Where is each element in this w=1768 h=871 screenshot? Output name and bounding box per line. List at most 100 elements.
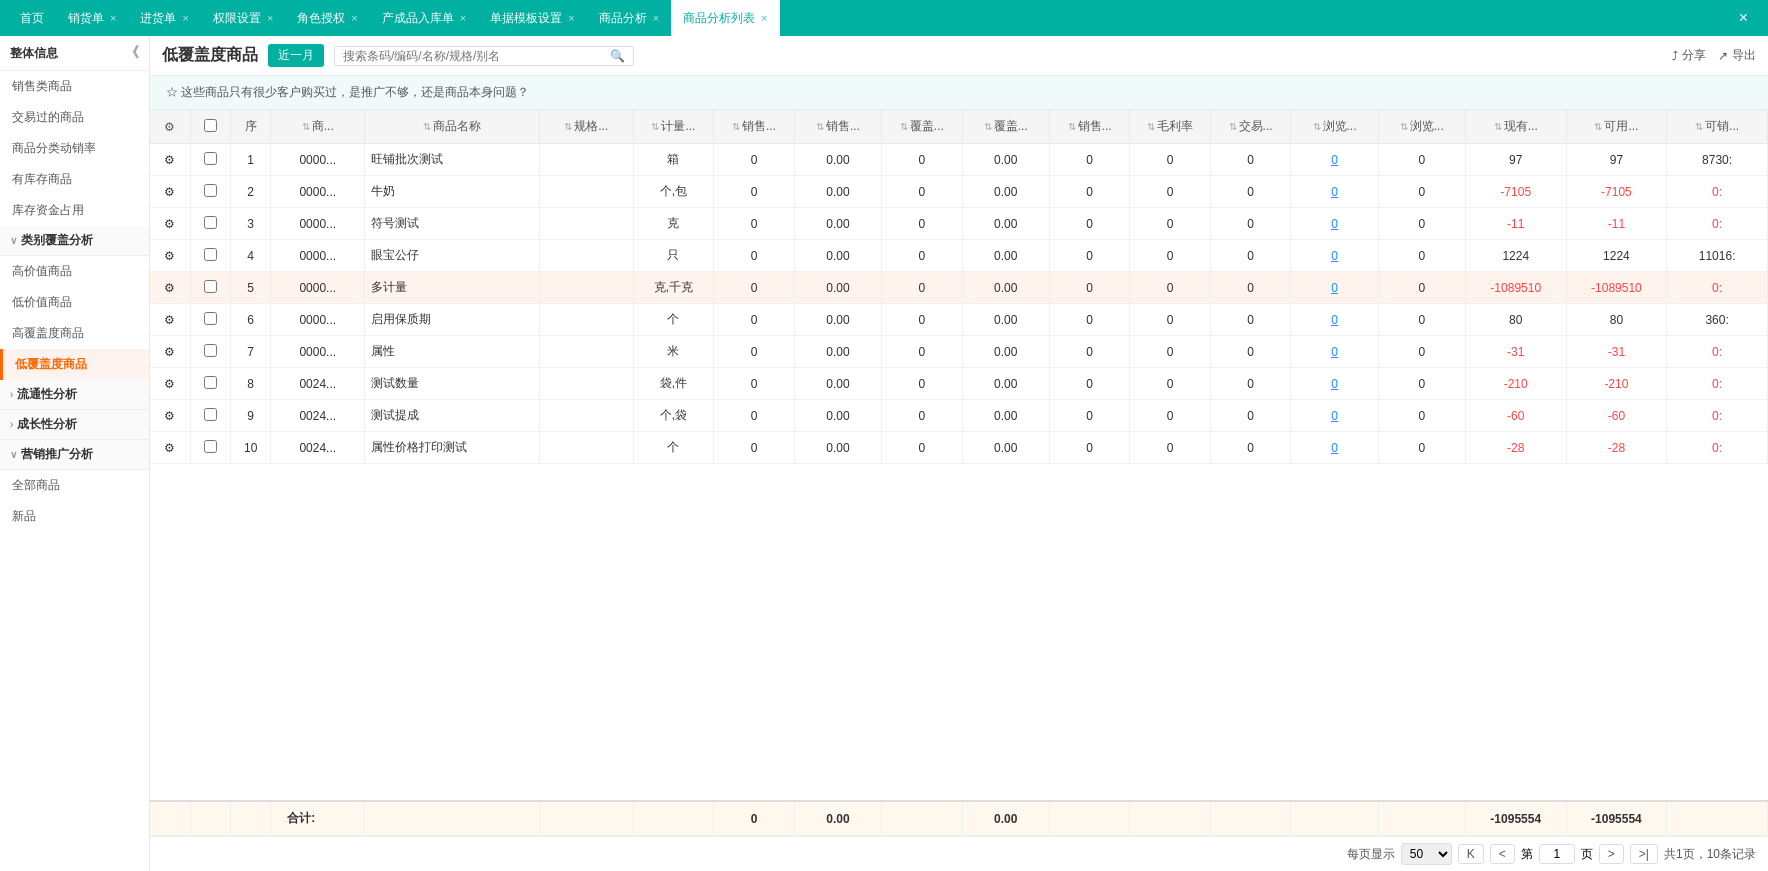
sales2-col-header[interactable]: ⇅销售... xyxy=(794,110,881,144)
sidebar-group-liquidity[interactable]: › 流通性分析 xyxy=(0,380,149,410)
sidebar-group-growth[interactable]: › 成长性分析 xyxy=(0,410,149,440)
sidebar-group-marketing[interactable]: ∨ 营销推广分析 xyxy=(0,440,149,470)
row-checkbox-9[interactable] xyxy=(204,440,217,453)
checkbox-cell[interactable] xyxy=(190,144,230,176)
checkbox-cell[interactable] xyxy=(190,208,230,240)
nav-template-settings[interactable]: 单据模板设置 × xyxy=(478,0,586,36)
browse1-cell[interactable]: 0 xyxy=(1291,336,1378,368)
checkbox-cell[interactable] xyxy=(190,336,230,368)
coverage2-col-header[interactable]: ⇅覆盖... xyxy=(962,110,1049,144)
close-sales-order-icon[interactable]: × xyxy=(110,12,116,24)
checkbox-cell[interactable] xyxy=(190,176,230,208)
search-input[interactable] xyxy=(343,49,610,63)
coverage1-col-header[interactable]: ⇅覆盖... xyxy=(882,110,963,144)
browse2-col-header[interactable]: ⇅浏览... xyxy=(1378,110,1465,144)
window-close-button[interactable]: × xyxy=(1727,9,1760,27)
sidebar-item-inventory-goods[interactable]: 有库存商品 xyxy=(0,164,149,195)
close-permission-settings-icon[interactable]: × xyxy=(267,12,273,24)
checkbox-cell[interactable] xyxy=(190,400,230,432)
nav-goods-analysis-list[interactable]: 商品分析列表 × xyxy=(671,0,779,36)
saleable-col-header[interactable]: ⇅可销... xyxy=(1667,110,1768,144)
row-checkbox-4[interactable] xyxy=(204,280,217,293)
settings-cell[interactable]: ⚙ xyxy=(150,240,190,272)
row-checkbox-5[interactable] xyxy=(204,312,217,325)
export-button[interactable]: ↗ 导出 xyxy=(1718,47,1756,64)
unit-col-header[interactable]: ⇅计量... xyxy=(633,110,714,144)
sidebar-item-low-coverage[interactable]: 低覆盖度商品 xyxy=(0,349,149,380)
settings-cell[interactable]: ⚙ xyxy=(150,144,190,176)
row-checkbox-3[interactable] xyxy=(204,248,217,261)
checkbox-cell[interactable] xyxy=(190,368,230,400)
sidebar-item-inventory-capital[interactable]: 库存资金占用 xyxy=(0,195,149,226)
browse1-cell[interactable]: 0 xyxy=(1291,432,1378,464)
gross-rate-col-header[interactable]: ⇅毛利率 xyxy=(1130,110,1211,144)
prev-page-button[interactable]: < xyxy=(1490,844,1515,864)
nav-goods-analysis[interactable]: 商品分析 × xyxy=(587,0,671,36)
select-all-checkbox[interactable] xyxy=(204,119,217,132)
settings-cell[interactable]: ⚙ xyxy=(150,368,190,400)
settings-cell[interactable]: ⚙ xyxy=(150,272,190,304)
sidebar-item-traded-goods[interactable]: 交易过的商品 xyxy=(0,102,149,133)
sidebar-item-sales-category[interactable]: 销售类商品 xyxy=(0,71,149,102)
browse1-cell[interactable]: 0 xyxy=(1291,368,1378,400)
browse1-cell[interactable]: 0 xyxy=(1291,176,1378,208)
browse1-cell[interactable]: 0 xyxy=(1291,304,1378,336)
checkbox-cell[interactable] xyxy=(190,240,230,272)
settings-cell[interactable]: ⚙ xyxy=(150,336,190,368)
filter-recent-month-button[interactable]: 近一月 xyxy=(268,44,324,67)
settings-cell[interactable]: ⚙ xyxy=(150,432,190,464)
close-role-auth-icon[interactable]: × xyxy=(351,12,357,24)
nav-permission-settings[interactable]: 权限设置 × xyxy=(201,0,285,36)
browse1-cell[interactable]: 0 xyxy=(1291,272,1378,304)
sidebar-item-low-value[interactable]: 低价值商品 xyxy=(0,287,149,318)
row-checkbox-0[interactable] xyxy=(204,152,217,165)
name-col-header[interactable]: ⇅商品名称 xyxy=(365,110,540,144)
available-col-header[interactable]: ⇅可用... xyxy=(1566,110,1667,144)
browse1-cell[interactable]: 0 xyxy=(1291,240,1378,272)
checkbox-col-header[interactable] xyxy=(190,110,230,144)
settings-cell[interactable]: ⚙ xyxy=(150,400,190,432)
browse1-cell[interactable]: 0 xyxy=(1291,400,1378,432)
checkbox-cell[interactable] xyxy=(190,432,230,464)
sidebar-item-high-coverage[interactable]: 高覆盖度商品 xyxy=(0,318,149,349)
settings-cell[interactable]: ⚙ xyxy=(150,304,190,336)
page-size-select[interactable]: 50 20 100 200 xyxy=(1401,843,1452,865)
last-page-button[interactable]: >| xyxy=(1630,844,1658,864)
row-checkbox-2[interactable] xyxy=(204,216,217,229)
sidebar-item-high-value[interactable]: 高价值商品 xyxy=(0,256,149,287)
current-col-header[interactable]: ⇅现有... xyxy=(1465,110,1566,144)
sidebar-group-coverage-analysis[interactable]: ∨ 类别覆盖分析 xyxy=(0,226,149,256)
nav-product-inbound[interactable]: 产成品入库单 × xyxy=(370,0,478,36)
close-template-settings-icon[interactable]: × xyxy=(568,12,574,24)
first-page-button[interactable]: K xyxy=(1458,844,1484,864)
sidebar-item-all-goods[interactable]: 全部商品 xyxy=(0,470,149,501)
next-page-button[interactable]: > xyxy=(1599,844,1624,864)
close-purchase-order-icon[interactable]: × xyxy=(182,12,188,24)
checkbox-cell[interactable] xyxy=(190,272,230,304)
close-goods-analysis-icon[interactable]: × xyxy=(653,12,659,24)
sidebar-collapse-button[interactable]: 《 xyxy=(125,44,139,62)
settings-cell[interactable]: ⚙ xyxy=(150,176,190,208)
close-goods-analysis-list-icon[interactable]: × xyxy=(761,12,767,24)
row-checkbox-1[interactable] xyxy=(204,184,217,197)
nav-purchase-order[interactable]: 进货单 × xyxy=(128,0,200,36)
close-product-inbound-icon[interactable]: × xyxy=(460,12,466,24)
code-col-header[interactable]: ⇅商... xyxy=(271,110,365,144)
settings-cell[interactable]: ⚙ xyxy=(150,208,190,240)
sales1-col-header[interactable]: ⇅销售... xyxy=(714,110,795,144)
nav-home[interactable]: 首页 xyxy=(8,0,56,36)
browse1-cell[interactable]: 0 xyxy=(1291,144,1378,176)
row-checkbox-8[interactable] xyxy=(204,408,217,421)
checkbox-cell[interactable] xyxy=(190,304,230,336)
sidebar-item-new-goods[interactable]: 新品 xyxy=(0,501,149,532)
row-checkbox-6[interactable] xyxy=(204,344,217,357)
row-checkbox-7[interactable] xyxy=(204,376,217,389)
nav-role-auth[interactable]: 角色授权 × xyxy=(285,0,369,36)
browse1-col-header[interactable]: ⇅浏览... xyxy=(1291,110,1378,144)
share-button[interactable]: ⤴ 分享 xyxy=(1672,47,1706,64)
page-number-input[interactable] xyxy=(1539,844,1575,864)
browse1-cell[interactable]: 0 xyxy=(1291,208,1378,240)
settings-col-header[interactable]: ⚙ xyxy=(150,110,190,144)
sidebar-item-goods-dynamic[interactable]: 商品分类动销率 xyxy=(0,133,149,164)
nav-sales-order[interactable]: 销货单 × xyxy=(56,0,128,36)
